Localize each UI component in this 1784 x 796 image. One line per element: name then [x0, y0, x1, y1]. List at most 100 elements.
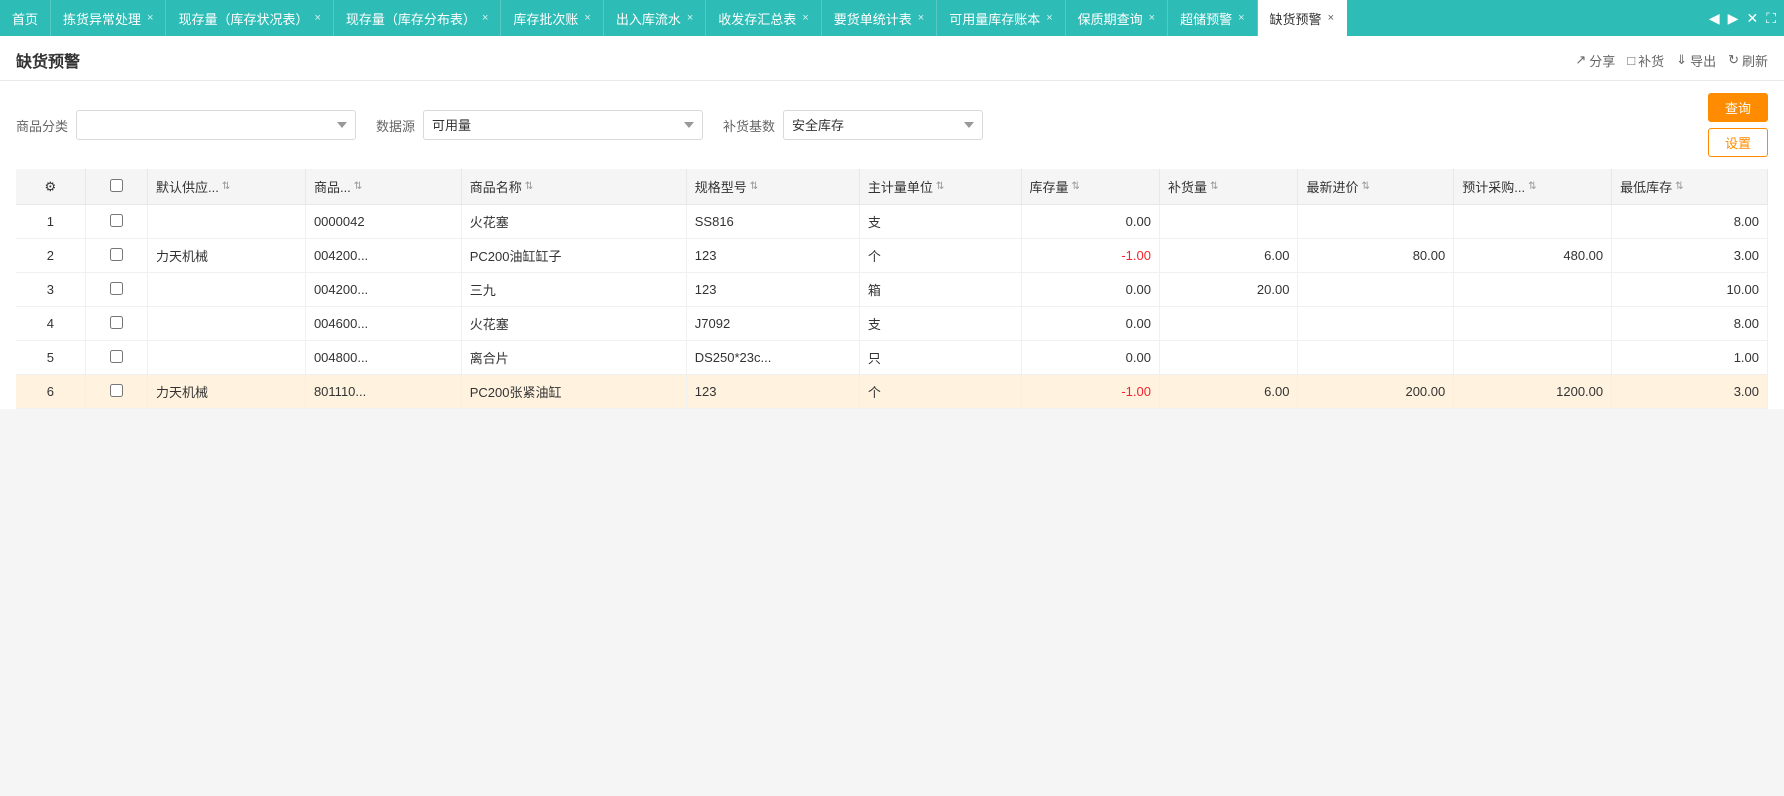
tab-exception[interactable]: 拣货异常处理 ×: [51, 0, 166, 36]
cell-stock: 0.00: [1021, 273, 1159, 307]
tab-prev-button[interactable]: ◀: [1705, 10, 1724, 27]
sort-spec-icon: ⇅: [750, 181, 758, 192]
row-checkbox-5[interactable]: [110, 384, 123, 397]
tab-next-button[interactable]: ▶: [1724, 10, 1743, 27]
page-content: 缺货预警 ↗ 分享 □ 补货 ⇓ 导出 ↻ 刷新 商品分类: [0, 36, 1784, 409]
row-checkbox-1[interactable]: [110, 248, 123, 261]
close-tab-inventory-status[interactable]: ×: [314, 12, 320, 24]
cell-supplier: [148, 273, 306, 307]
tab-overstock-warning[interactable]: 超储预警 ×: [1168, 0, 1257, 36]
cell-stock: 0.00: [1021, 341, 1159, 375]
settings-button[interactable]: 设置: [1708, 128, 1768, 157]
replenish-base-select[interactable]: 安全库存: [783, 110, 983, 140]
tab-batch-account[interactable]: 库存批次账 ×: [501, 0, 603, 36]
tab-shortage-warning[interactable]: 缺货预警 ×: [1258, 0, 1347, 36]
cell-supplier: 力天机械: [148, 239, 306, 273]
cell-checkbox[interactable]: [85, 341, 147, 375]
cell-supplier: [148, 341, 306, 375]
share-button[interactable]: ↗ 分享: [1575, 51, 1615, 70]
cell-stock: 0.00: [1021, 307, 1159, 341]
th-est-purchase[interactable]: 预计采购... ⇅: [1454, 169, 1612, 205]
cell-product-name: 火花塞: [461, 205, 686, 239]
tab-inout-flow[interactable]: 出入库流水 ×: [604, 0, 706, 36]
replenish-base-filter-group: 补货基数 安全库存: [723, 110, 983, 140]
close-tab-order-stats[interactable]: ×: [918, 12, 924, 24]
cell-checkbox[interactable]: [85, 307, 147, 341]
tab-maximize-button[interactable]: ⛶: [1762, 10, 1780, 27]
cell-product-name: 离合片: [461, 341, 686, 375]
th-min-stock[interactable]: 最低库存 ⇅: [1612, 169, 1768, 205]
cell-spec: SS816: [686, 205, 859, 239]
cell-min-stock: 1.00: [1612, 341, 1768, 375]
cell-product-code: 0000042: [305, 205, 461, 239]
row-checkbox-3[interactable]: [110, 316, 123, 329]
export-button[interactable]: ⇓ 导出: [1676, 51, 1716, 70]
th-stock[interactable]: 库存量 ⇅: [1021, 169, 1159, 205]
close-tab-exception[interactable]: ×: [147, 12, 153, 24]
close-tab-shortage-warning[interactable]: ×: [1328, 12, 1334, 24]
page-header: 缺货预警 ↗ 分享 □ 补货 ⇓ 导出 ↻ 刷新: [0, 36, 1784, 81]
row-checkbox-4[interactable]: [110, 350, 123, 363]
cell-unit: 只: [859, 341, 1021, 375]
close-tab-receive-summary[interactable]: ×: [802, 12, 808, 24]
select-all-checkbox[interactable]: [110, 179, 123, 192]
cell-replenish: 6.00: [1159, 375, 1297, 409]
sort-supplier-icon: ⇅: [222, 181, 230, 192]
cell-checkbox[interactable]: [85, 375, 147, 409]
close-tab-overstock-warning[interactable]: ×: [1238, 12, 1244, 24]
table-row: 1 0000042 火花塞 SS816 支 0.00 8.00: [16, 205, 1768, 239]
th-unit[interactable]: 主计量单位 ⇅: [859, 169, 1021, 205]
th-latest-price[interactable]: 最新进价 ⇅: [1298, 169, 1454, 205]
refresh-button[interactable]: ↻ 刷新: [1728, 51, 1768, 70]
cell-checkbox[interactable]: [85, 205, 147, 239]
category-select[interactable]: [76, 110, 356, 140]
datasource-select[interactable]: 可用量: [423, 110, 703, 140]
tab-expiry-query[interactable]: 保质期查询 ×: [1066, 0, 1168, 36]
tab-home[interactable]: 首页: [0, 0, 51, 36]
cell-spec: 123: [686, 239, 859, 273]
cell-stock: -1.00: [1021, 375, 1159, 409]
sort-latest-price-icon: ⇅: [1361, 181, 1369, 192]
th-product-name[interactable]: 商品名称 ⇅: [461, 169, 686, 205]
replenish-button[interactable]: □ 补货: [1627, 51, 1664, 70]
cell-latest-price: [1298, 273, 1454, 307]
cell-checkbox[interactable]: [85, 239, 147, 273]
tab-available-ledger[interactable]: 可用量库存账本 ×: [937, 0, 1065, 36]
tab-order-stats[interactable]: 要货单统计表 ×: [822, 0, 937, 36]
cell-spec: DS250*23c...: [686, 341, 859, 375]
th-settings[interactable]: ⚙: [16, 169, 85, 205]
tab-inventory-status[interactable]: 现存量（库存状况表） ×: [166, 0, 333, 36]
cell-min-stock: 3.00: [1612, 239, 1768, 273]
cell-replenish: [1159, 307, 1297, 341]
tab-close-all-button[interactable]: ✕: [1742, 10, 1762, 27]
table-container: ⚙ 默认供应... ⇅ 商品... ⇅: [0, 169, 1784, 409]
th-replenish[interactable]: 补货量 ⇅: [1159, 169, 1297, 205]
cell-replenish: 20.00: [1159, 273, 1297, 307]
th-product-code[interactable]: 商品... ⇅: [305, 169, 461, 205]
tab-nav-buttons: ◀ ▶ ✕ ⛶: [1701, 10, 1784, 27]
cell-latest-price: 200.00: [1298, 375, 1454, 409]
cell-checkbox[interactable]: [85, 273, 147, 307]
th-spec[interactable]: 规格型号 ⇅: [686, 169, 859, 205]
sort-unit-icon: ⇅: [936, 181, 944, 192]
close-tab-inventory-dist[interactable]: ×: [482, 12, 488, 24]
cell-unit: 个: [859, 375, 1021, 409]
query-button[interactable]: 查询: [1708, 93, 1768, 122]
tab-receive-summary[interactable]: 收发存汇总表 ×: [706, 0, 821, 36]
close-tab-batch-account[interactable]: ×: [584, 12, 590, 24]
close-tab-expiry-query[interactable]: ×: [1149, 12, 1155, 24]
row-checkbox-0[interactable]: [110, 214, 123, 227]
tab-inventory-dist[interactable]: 现存量（库存分布表） ×: [334, 0, 501, 36]
cell-min-stock: 8.00: [1612, 307, 1768, 341]
cell-seq: 6: [16, 375, 85, 409]
category-label: 商品分类: [16, 116, 68, 135]
row-checkbox-2[interactable]: [110, 282, 123, 295]
data-table: ⚙ 默认供应... ⇅ 商品... ⇅: [16, 169, 1768, 409]
cell-product-name: PC200张紧油缸: [461, 375, 686, 409]
close-tab-inout-flow[interactable]: ×: [687, 12, 693, 24]
th-checkbox[interactable]: [85, 169, 147, 205]
page-title: 缺货预警: [16, 48, 1575, 72]
th-supplier[interactable]: 默认供应... ⇅: [148, 169, 306, 205]
close-tab-available-ledger[interactable]: ×: [1046, 12, 1052, 24]
cell-seq: 2: [16, 239, 85, 273]
